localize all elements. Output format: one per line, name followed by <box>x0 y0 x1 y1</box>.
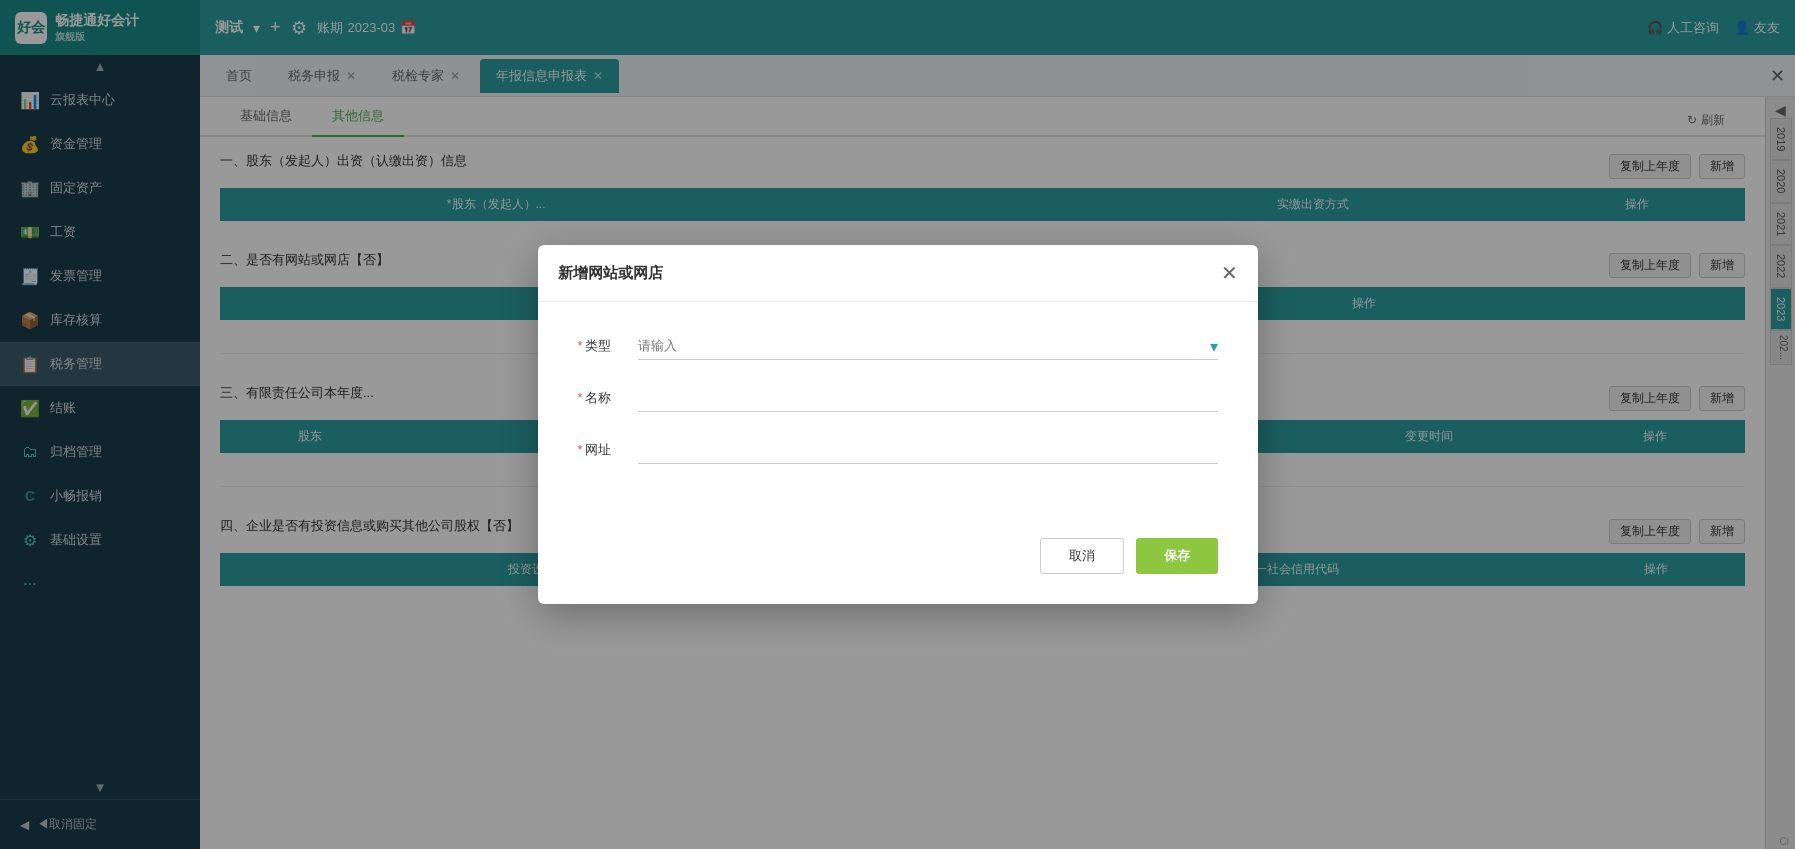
url-label: *网址 <box>578 441 638 459</box>
form-row-type: *类型 ▾ <box>578 332 1218 360</box>
cancel-button[interactable]: 取消 <box>1040 538 1124 574</box>
modal-header: 新增网站或网店 ✕ <box>538 245 1258 302</box>
form-row-name: *名称 <box>578 384 1218 412</box>
required-star: * <box>578 338 583 353</box>
url-input[interactable] <box>638 436 1218 464</box>
form-row-url: *网址 <box>578 436 1218 464</box>
name-label: *名称 <box>578 389 638 407</box>
modal-close-button[interactable]: ✕ <box>1221 261 1238 285</box>
type-label: *类型 <box>578 337 638 355</box>
modal-dialog: 新增网站或网店 ✕ *类型 ▾ *名称 <box>538 245 1258 604</box>
modal-body: *类型 ▾ *名称 *网址 <box>538 302 1258 518</box>
dropdown-arrow-icon[interactable]: ▾ <box>1210 337 1218 356</box>
save-button[interactable]: 保存 <box>1136 538 1218 574</box>
type-select-wrapper: ▾ <box>638 332 1218 360</box>
name-input[interactable] <box>638 384 1218 412</box>
type-input[interactable] <box>638 332 1218 360</box>
required-star-2: * <box>578 390 583 405</box>
modal-overlay[interactable]: 新增网站或网店 ✕ *类型 ▾ *名称 <box>0 0 1795 849</box>
modal-title: 新增网站或网店 <box>558 264 663 283</box>
required-star-3: * <box>578 442 583 457</box>
modal-footer: 取消 保存 <box>538 518 1258 604</box>
